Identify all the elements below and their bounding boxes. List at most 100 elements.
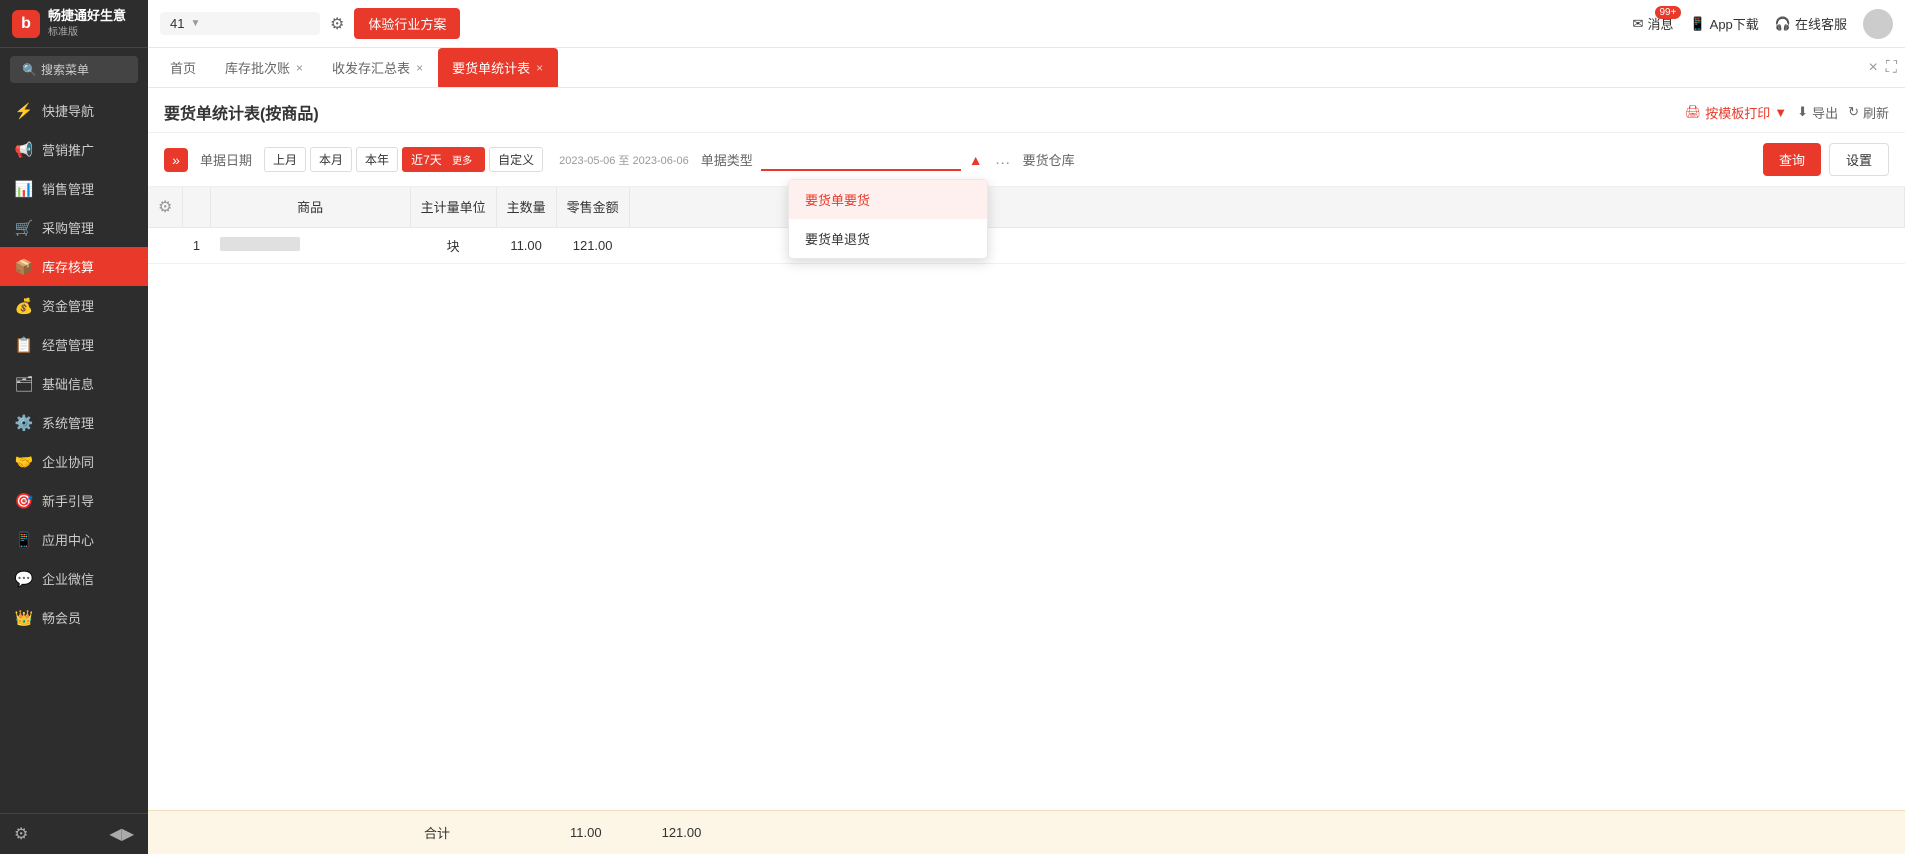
- sidebar-item-basic[interactable]: 🗂 基础信息: [0, 364, 148, 403]
- date-btn-this-month[interactable]: 本月: [310, 147, 352, 172]
- app-center-icon: 📱: [14, 531, 34, 549]
- sidebar-item-app-center[interactable]: 📱 应用中心: [0, 520, 148, 559]
- messages-badge: 99+: [1655, 6, 1682, 19]
- page-title-bar: 要货单统计表(按商品) 🖨 按模板打印 ▼ ⬇ 导出 ↻ 刷新: [148, 88, 1905, 133]
- refresh-icon: ↻: [1848, 104, 1859, 120]
- operation-icon: 📋: [14, 336, 34, 354]
- tab-batch-account-close[interactable]: ×: [296, 61, 303, 75]
- sidebar-item-members[interactable]: 👑 畅会员: [0, 598, 148, 637]
- sidebar-item-label: 采购管理: [42, 218, 134, 237]
- refresh-label: 刷新: [1863, 103, 1889, 122]
- th-product: 商品: [210, 187, 410, 227]
- sidebar-item-label: 系统管理: [42, 413, 134, 432]
- tab-batch-account-label: 库存批次账: [225, 58, 290, 77]
- page-inner: 要货单统计表(按商品) 🖨 按模板打印 ▼ ⬇ 导出 ↻ 刷新: [148, 88, 1905, 854]
- sidebar-item-guide[interactable]: 🎯 新手引导: [0, 481, 148, 520]
- sidebar-search-label: 搜索菜单: [41, 61, 89, 78]
- user-avatar[interactable]: [1863, 9, 1893, 39]
- tab-batch-account[interactable]: 库存批次账 ×: [211, 48, 318, 87]
- enterprise-icon: 🤝: [14, 453, 34, 471]
- collapse-icon[interactable]: ◀▶: [109, 824, 134, 844]
- app-subtitle: 标准版: [48, 26, 126, 40]
- sidebar-item-sales[interactable]: 📊 销售管理: [0, 169, 148, 208]
- messages-action[interactable]: ✉ 消息 99+: [1633, 14, 1674, 33]
- dropdown-option-goods-return[interactable]: 要货单退货: [789, 219, 987, 258]
- tab-goods-stats-close[interactable]: ×: [536, 61, 543, 75]
- td-quantity: 11.00: [496, 227, 556, 263]
- print-btn[interactable]: 🖨 按模板打印 ▼: [1685, 103, 1787, 122]
- date-btn-last-month[interactable]: 上月: [264, 147, 306, 172]
- date-filter-label: 单据日期: [200, 150, 252, 169]
- sidebar-nav: ⚡ 快捷导航 📢 营销推广 📊 销售管理 🛒 采购管理 📦 库存核算 💰 资金管…: [0, 91, 148, 813]
- tab-sales-summary-close[interactable]: ×: [416, 61, 423, 75]
- tabs-controls: × ⛶: [1868, 59, 1897, 77]
- sidebar-item-system[interactable]: ⚙️ 系统管理: [0, 403, 148, 442]
- date-range-text: 2023-05-06 至 2023-06-06: [559, 152, 689, 168]
- date-btn-custom[interactable]: 自定义: [489, 147, 543, 172]
- wechat-icon: 💬: [14, 570, 34, 588]
- sidebar-item-purchase[interactable]: 🛒 采购管理: [0, 208, 148, 247]
- dropdown-option-goods-order[interactable]: 要货单要货: [789, 180, 987, 219]
- refresh-btn[interactable]: ↻ 刷新: [1848, 103, 1889, 122]
- tab-sales-summary[interactable]: 收发存汇总表 ×: [318, 48, 438, 87]
- date-btn-this-year[interactable]: 本年: [356, 147, 398, 172]
- th-unit: 主计量单位: [410, 187, 496, 227]
- header-search-box[interactable]: 41 ▼: [160, 12, 320, 35]
- table-container: ⚙ 商品 主计量单位 主数量 零售金额 1: [148, 187, 1905, 810]
- type-dropdown-arrow[interactable]: ▲: [969, 152, 983, 168]
- data-table: ⚙ 商品 主计量单位 主数量 零售金额 1: [148, 187, 1905, 264]
- sidebar-item-quick-nav[interactable]: ⚡ 快捷导航: [0, 91, 148, 130]
- sidebar-item-label: 经营管理: [42, 335, 134, 354]
- type-filter-label: 单据类型: [701, 150, 753, 169]
- tab-goods-stats-label: 要货单统计表: [452, 58, 530, 77]
- tab-home[interactable]: 首页: [156, 48, 211, 87]
- table-row: 1 块 11.00 121.00: [148, 227, 1905, 263]
- search-icon: 🔍: [22, 63, 37, 77]
- app-download-action[interactable]: 📱 App下载: [1689, 14, 1758, 33]
- app-download-label: App下载: [1710, 14, 1759, 33]
- date-buttons: 上月 本月 本年 近7天 更多 自定义: [264, 147, 543, 172]
- header-gear-icon[interactable]: ⚙: [330, 14, 344, 34]
- sidebar-item-enterprise[interactable]: 🤝 企业协同: [0, 442, 148, 481]
- td-product: [210, 227, 410, 263]
- trial-btn[interactable]: 体验行业方案: [354, 8, 460, 39]
- table-settings-icon[interactable]: ⚙: [158, 199, 172, 216]
- page-title: 要货单统计表(按商品): [164, 100, 319, 124]
- settings-footer-icon[interactable]: ⚙: [14, 824, 28, 844]
- phone-icon: 📱: [1689, 16, 1705, 32]
- guide-icon: 🎯: [14, 492, 34, 510]
- sidebar-search[interactable]: 🔍 搜索菜单: [10, 56, 138, 83]
- tabs-close-icon[interactable]: ×: [1868, 59, 1877, 77]
- top-header: 41 ▼ ⚙ 体验行业方案 ✉ 消息 99+ 📱 App下载 🎧 在线客服: [148, 0, 1905, 48]
- sidebar-item-inventory[interactable]: 📦 库存核算: [0, 247, 148, 286]
- export-btn[interactable]: ⬇ 导出: [1797, 103, 1838, 122]
- sidebar-item-label: 资金管理: [42, 296, 134, 315]
- online-service-action[interactable]: 🎧 在线客服: [1775, 14, 1847, 33]
- th-settings[interactable]: ⚙: [148, 187, 183, 227]
- sidebar-item-marketing[interactable]: 📢 营销推广: [0, 130, 148, 169]
- print-dropdown-icon[interactable]: ▼: [1774, 105, 1787, 120]
- setup-btn[interactable]: 设置: [1829, 143, 1889, 176]
- footer-total-quantity: 11.00: [570, 825, 602, 840]
- export-label: 导出: [1812, 103, 1838, 122]
- query-btn[interactable]: 查询: [1763, 143, 1821, 176]
- type-dropdown-menu: 要货单要货 要货单退货: [788, 179, 988, 259]
- sidebar-item-label: 库存核算: [42, 257, 134, 276]
- type-filter-input[interactable]: [761, 148, 961, 171]
- filter-more-dots[interactable]: …: [995, 151, 1011, 169]
- th-index: [183, 187, 210, 227]
- tabs-bar: 首页 库存批次账 × 收发存汇总表 × 要货单统计表 × × ⛶: [148, 48, 1905, 88]
- filter-expand-btn[interactable]: »: [164, 148, 188, 172]
- system-icon: ⚙️: [14, 414, 34, 432]
- header-dropdown-icon[interactable]: ▼: [190, 18, 200, 29]
- tabs-expand-icon[interactable]: ⛶: [1886, 59, 1897, 77]
- date-btn-7days[interactable]: 近7天 更多: [402, 147, 485, 172]
- purchase-icon: 🛒: [14, 219, 34, 237]
- sidebar-item-operation[interactable]: 📋 经营管理: [0, 325, 148, 364]
- sidebar-item-finance[interactable]: 💰 资金管理: [0, 286, 148, 325]
- tab-home-label: 首页: [170, 58, 196, 77]
- sidebar-item-wechat[interactable]: 💬 企业微信: [0, 559, 148, 598]
- footer-total-amount: 121.00: [662, 825, 702, 840]
- tab-goods-stats[interactable]: 要货单统计表 ×: [438, 48, 558, 87]
- tab-sales-summary-label: 收发存汇总表: [332, 58, 410, 77]
